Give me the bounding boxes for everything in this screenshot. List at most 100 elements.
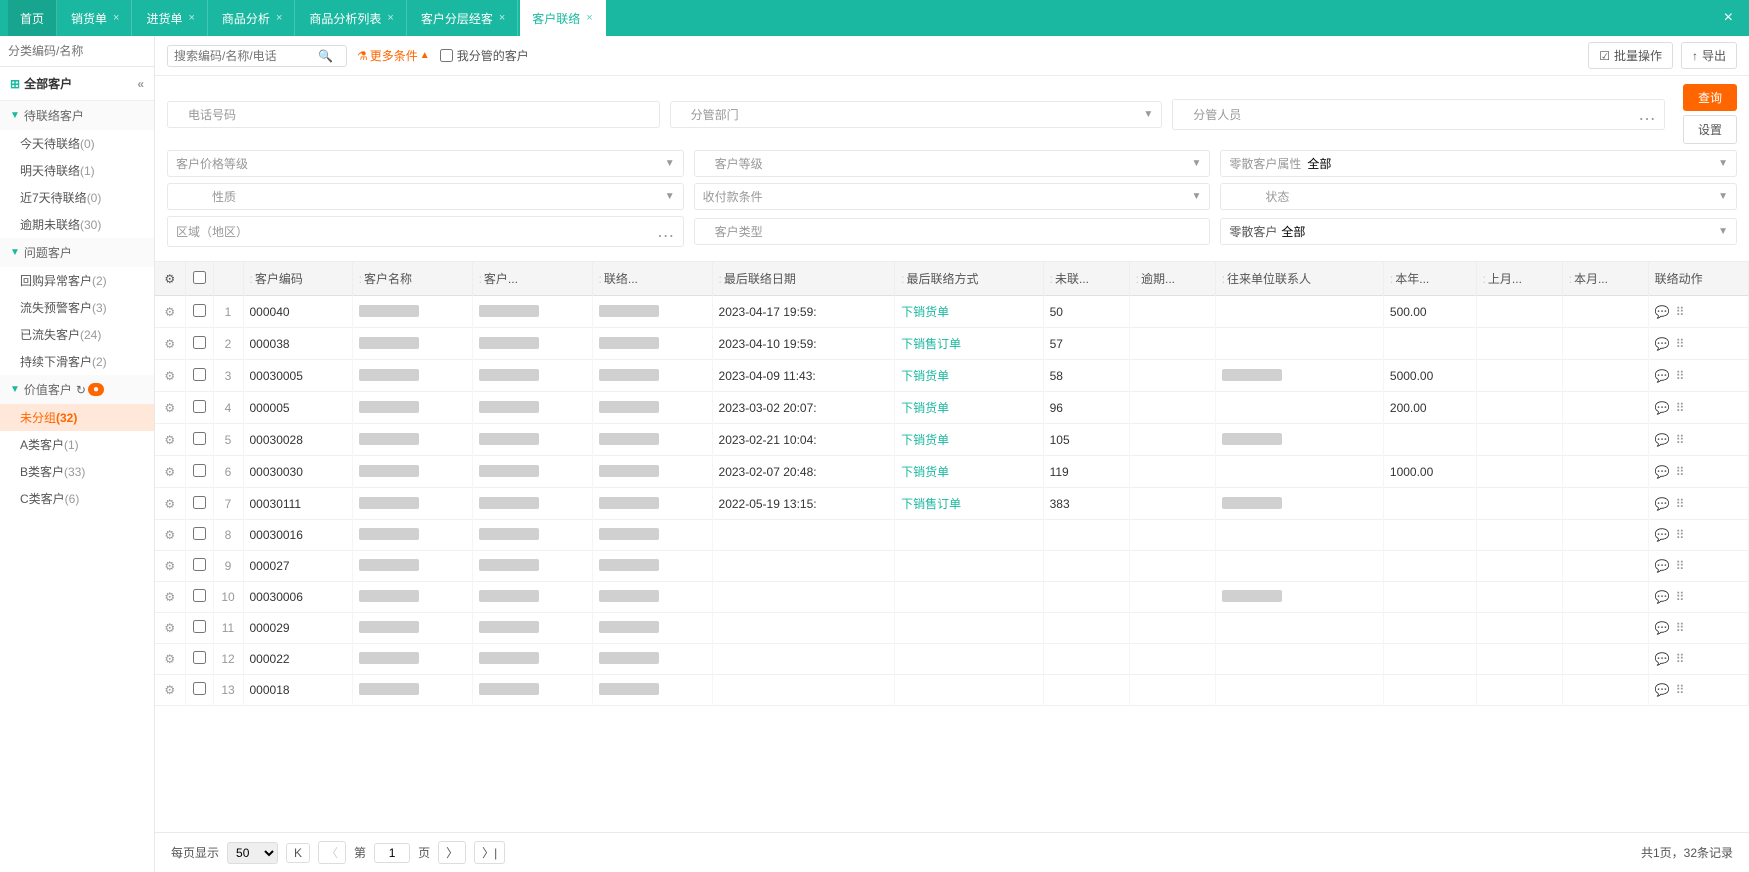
more-actions-icon[interactable]: ⠿ xyxy=(1676,652,1685,666)
sidebar-collapse-button[interactable]: « xyxy=(137,77,144,91)
close-purchase-icon[interactable]: × xyxy=(188,12,194,24)
more-actions-icon[interactable]: ⠿ xyxy=(1676,621,1685,635)
row-checkbox[interactable] xyxy=(185,328,213,360)
row-checkbox[interactable] xyxy=(185,296,213,328)
query-button[interactable]: 查询 xyxy=(1683,84,1737,111)
export-button[interactable]: ↑ 导出 xyxy=(1681,42,1737,69)
filter-customer-tier-input[interactable] xyxy=(769,157,1192,171)
chevron-down-zero-attr-icon[interactable]: ▼ xyxy=(1718,158,1728,169)
close-customer-contact-icon[interactable]: × xyxy=(586,12,592,24)
close-analysis-icon[interactable]: × xyxy=(276,12,282,24)
chat-icon[interactable]: 💬 xyxy=(1655,528,1670,542)
next-page-button[interactable]: 〉 xyxy=(438,841,466,864)
row-checkbox[interactable] xyxy=(185,675,213,706)
batch-op-button[interactable]: ☑ 批量操作 xyxy=(1588,42,1673,69)
last-method-link[interactable]: 下销货单 xyxy=(901,369,949,383)
filter-customer-type-input[interactable] xyxy=(769,225,1202,239)
sidebar-item-class-c[interactable]: C类客户(6) xyxy=(0,485,154,512)
search-icon[interactable]: 🔍 xyxy=(318,49,333,63)
page-size-select[interactable]: 50 10 20 100 xyxy=(227,842,278,864)
filter-dept-input[interactable] xyxy=(745,107,1144,121)
chevron-down-zero-cust-icon[interactable]: ▼ xyxy=(1718,226,1728,237)
sidebar-item-declining[interactable]: 持续下滑客户(2) xyxy=(0,348,154,375)
row-checkbox[interactable] xyxy=(185,644,213,675)
row-gear[interactable]: ⚙ xyxy=(155,488,185,520)
filter-payment-input[interactable] xyxy=(769,190,1192,204)
table-col-type[interactable]: :客户... xyxy=(472,262,592,296)
last-page-button[interactable]: 〉| xyxy=(474,841,505,864)
row-checkbox[interactable] xyxy=(185,456,213,488)
table-col-this-year[interactable]: :本年... xyxy=(1383,262,1476,296)
filter-dept[interactable]: 分管部门 ▼ xyxy=(670,101,1163,128)
row-check[interactable] xyxy=(193,496,206,509)
chat-icon[interactable]: 💬 xyxy=(1655,433,1670,447)
row-check[interactable] xyxy=(193,368,206,381)
more-actions-icon[interactable]: ⠿ xyxy=(1676,683,1685,697)
more-conditions-button[interactable]: ⚗ 更多条件 ▲ xyxy=(357,47,430,64)
filter-status[interactable]: 状态 ▼ xyxy=(1220,183,1737,210)
chevron-down-price-icon[interactable]: ▼ xyxy=(665,158,675,169)
more-actions-icon[interactable]: ⠿ xyxy=(1676,528,1685,542)
filter-manager-input[interactable] xyxy=(1247,107,1638,121)
sidebar-item-abnormal[interactable]: 回购异常客户(2) xyxy=(0,267,154,294)
table-col-this-month[interactable]: :本月... xyxy=(1562,262,1648,296)
sidebar-item-week-pending[interactable]: 近7天待联络(0) xyxy=(0,184,154,211)
search-box[interactable]: 🔍 xyxy=(167,45,347,67)
row-gear[interactable]: ⚙ xyxy=(155,424,185,456)
close-analysis-list-icon[interactable]: × xyxy=(387,12,393,24)
chat-icon[interactable]: 💬 xyxy=(1655,465,1670,479)
row-gear[interactable]: ⚙ xyxy=(155,456,185,488)
chat-icon[interactable]: 💬 xyxy=(1655,559,1670,573)
prev-page-button[interactable]: 〈 xyxy=(318,841,346,864)
row-checkbox[interactable] xyxy=(185,392,213,424)
filter-zero-customer[interactable]: 零散客户 全部 ▼ xyxy=(1220,218,1737,245)
close-all-button[interactable]: × xyxy=(1716,9,1741,27)
sidebar-group-value[interactable]: ▼ 价值客户 ↻ ● xyxy=(0,375,154,404)
sidebar-search-bar[interactable]: 🔍 xyxy=(0,36,154,67)
last-method-link[interactable]: 下销货单 xyxy=(901,401,949,415)
row-check[interactable] xyxy=(193,682,206,695)
row-checkbox[interactable] xyxy=(185,582,213,613)
filter-customer-tier[interactable]: 客户等级 ▼ xyxy=(694,150,1211,177)
sidebar-all-customers[interactable]: ⊞ 全部客户 « xyxy=(0,67,154,101)
sidebar-item-churn-warning[interactable]: 流失预警客户(3) xyxy=(0,294,154,321)
chat-icon[interactable]: 💬 xyxy=(1655,590,1670,604)
tab-analysis[interactable]: 商品分析 × xyxy=(210,0,295,36)
row-gear[interactable]: ⚙ xyxy=(155,644,185,675)
filter-zero-attr[interactable]: 零散客户属性 全部 ▼ xyxy=(1220,150,1737,177)
row-checkbox[interactable] xyxy=(185,488,213,520)
row-gear[interactable]: ⚙ xyxy=(155,613,185,644)
more-actions-icon[interactable]: ⠿ xyxy=(1676,497,1685,511)
table-col-unit-contact[interactable]: :往来单位联系人 xyxy=(1215,262,1383,296)
row-checkbox[interactable] xyxy=(185,360,213,392)
sidebar-item-ungroup[interactable]: 未分组(32) xyxy=(0,404,154,431)
row-gear[interactable]: ⚙ xyxy=(155,392,185,424)
chat-icon[interactable]: 💬 xyxy=(1655,305,1670,319)
row-gear[interactable]: ⚙ xyxy=(155,296,185,328)
table-col-code[interactable]: :客户编码 xyxy=(243,262,352,296)
sidebar-item-overdue-pending[interactable]: 逾期未联络(30) xyxy=(0,211,154,238)
tab-purchase[interactable]: 进货单 × xyxy=(134,0,207,36)
search-input[interactable] xyxy=(174,49,314,63)
row-check[interactable] xyxy=(193,527,206,540)
more-actions-icon[interactable]: ⠿ xyxy=(1676,465,1685,479)
first-page-button[interactable]: K xyxy=(286,843,310,863)
table-col-contact[interactable]: :联络... xyxy=(592,262,712,296)
sidebar-item-class-b[interactable]: B类客户(33) xyxy=(0,458,154,485)
close-customer-tier-icon[interactable]: × xyxy=(499,12,505,24)
table-col-no-contact[interactable]: :未联... xyxy=(1043,262,1129,296)
row-check[interactable] xyxy=(193,651,206,664)
sidebar-item-churned[interactable]: 已流失客户(24) xyxy=(0,321,154,348)
current-page-input[interactable] xyxy=(374,843,410,863)
tab-analysis-list[interactable]: 商品分析列表 × xyxy=(297,0,406,36)
chat-icon[interactable]: 💬 xyxy=(1655,369,1670,383)
row-check[interactable] xyxy=(193,432,206,445)
chevron-down-nature-icon[interactable]: ▼ xyxy=(665,191,675,202)
filter-nature[interactable]: 性质 ▼ xyxy=(167,183,684,210)
sidebar-search-input[interactable] xyxy=(8,44,155,58)
row-check[interactable] xyxy=(193,336,206,349)
chat-icon[interactable]: 💬 xyxy=(1655,401,1670,415)
my-customers-checkbox[interactable]: 我分管的客户 xyxy=(440,47,529,64)
chevron-down-tier-icon[interactable]: ▼ xyxy=(1191,158,1201,169)
row-gear[interactable]: ⚙ xyxy=(155,360,185,392)
